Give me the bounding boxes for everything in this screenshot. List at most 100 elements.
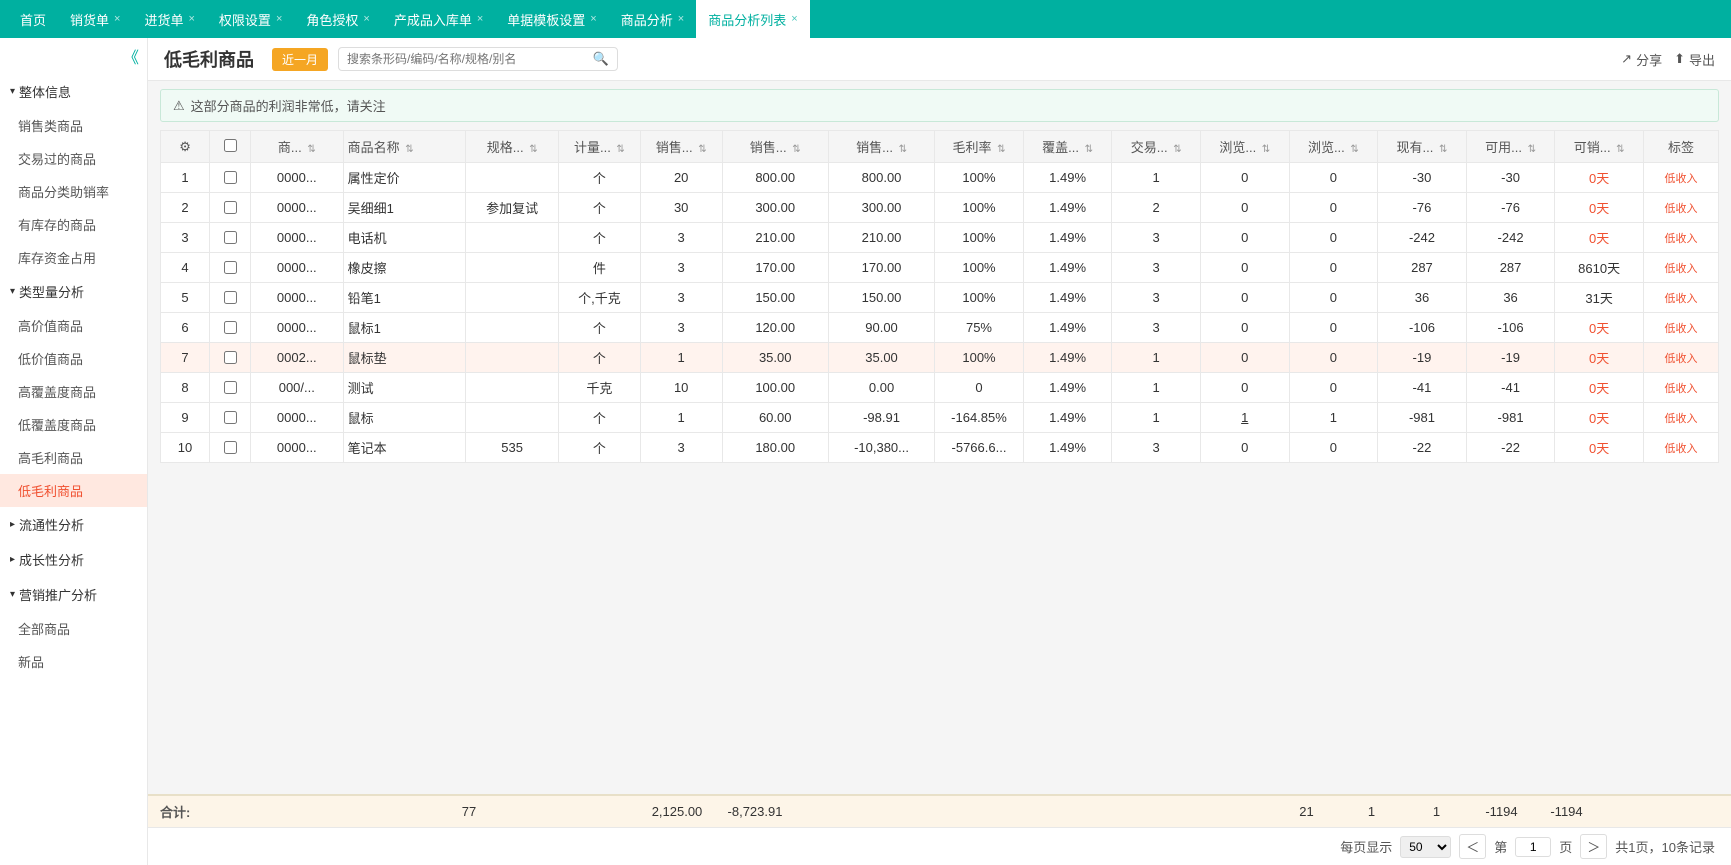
row-tag: 低收入 [1643,313,1718,343]
row-check[interactable] [210,283,251,313]
sidebar-item-高覆盖度商品[interactable]: 高覆盖度商品 [0,375,147,408]
filter-btn[interactable]: 近一月 [272,48,328,71]
nav-item-单据模板设置[interactable]: 单据模板设置× [495,0,608,38]
table-row: 10 0000... 笔记本 535 个 3 180.00 -10,380...… [161,433,1719,463]
row-check[interactable] [210,193,251,223]
per-page-select[interactable]: 50 20 100 [1400,836,1451,858]
row-checkbox[interactable] [224,411,237,424]
row-saleprofit: -98.91 [828,403,934,433]
row-browse1[interactable]: 1 [1200,403,1289,433]
row-browse1[interactable]: 0 [1200,163,1289,193]
row-name: 吴细细1 [343,193,466,223]
col-cover-header: 覆盖... ⇅ [1023,131,1112,163]
next-page-btn[interactable]: ＞ [1580,834,1607,859]
nav-close-icon[interactable]: × [188,13,194,25]
row-browse1[interactable]: 0 [1200,253,1289,283]
row-browse1[interactable]: 0 [1200,193,1289,223]
nav-item-角色授权[interactable]: 角色授权× [294,0,381,38]
row-browse1[interactable]: 0 [1200,283,1289,313]
sidebar-item-低毛利商品[interactable]: 低毛利商品 [0,474,147,507]
sidebar-item-高毛利商品[interactable]: 高毛利商品 [0,441,147,474]
row-checkbox[interactable] [224,381,237,394]
row-browse2: 0 [1289,313,1378,343]
row-checkbox[interactable] [224,321,237,334]
row-check[interactable] [210,163,251,193]
sidebar-item-库存资金占用[interactable]: 库存资金占用 [0,241,147,274]
share-btn[interactable]: ↗ 分享 [1621,50,1662,69]
row-spec [466,163,559,193]
row-browse1[interactable]: 0 [1200,313,1289,343]
sidebar-item-交易过的商品[interactable]: 交易过的商品 [0,142,147,175]
nav-item-商品分析列表[interactable]: 商品分析列表× [696,0,809,38]
current-page-input[interactable] [1515,837,1551,857]
row-checkbox[interactable] [224,291,237,304]
sidebar-item-销售类商品[interactable]: 销售类商品 [0,109,147,142]
row-check[interactable] [210,403,251,433]
sidebar-item-高价值商品[interactable]: 高价值商品 [0,309,147,342]
sidebar-collapse-btn[interactable]: 《 [0,38,147,74]
sidebar-item-有库存的商品[interactable]: 有库存的商品 [0,208,147,241]
prev-page-btn[interactable]: ＜ [1459,834,1486,859]
row-browse1[interactable]: 0 [1200,373,1289,403]
check-all-checkbox[interactable] [224,139,237,152]
nav-close-icon[interactable]: × [590,13,596,25]
sidebar-item-低覆盖度商品[interactable]: 低覆盖度商品 [0,408,147,441]
export-btn[interactable]: ⬆ 导出 [1674,50,1715,69]
sidebar-item-商品分类助销率[interactable]: 商品分类助销率 [0,175,147,208]
nav-item-产成品入库单[interactable]: 产成品入库单× [382,0,495,38]
row-checkbox[interactable] [224,351,237,364]
col-settings[interactable]: ⚙ [161,131,210,163]
nav-close-icon[interactable]: × [363,13,369,25]
row-cover: 1.49% [1023,163,1112,193]
row-check[interactable] [210,373,251,403]
row-browse2: 0 [1289,433,1378,463]
sidebar-group-4[interactable]: ▾营销推广分析 [0,577,147,612]
top-nav: 首页销货单×进货单×权限设置×角色授权×产成品入库单×单据模板设置×商品分析×商… [0,0,1731,38]
row-browse1[interactable]: 0 [1200,223,1289,253]
sidebar-group-0[interactable]: ▾整体信息 [0,74,147,109]
row-checkbox[interactable] [224,261,237,274]
row-check[interactable] [210,223,251,253]
row-spec [466,283,559,313]
nav-close-icon[interactable]: × [678,13,684,25]
row-check[interactable] [210,433,251,463]
sidebar-group-2[interactable]: ▸流通性分析 [0,507,147,542]
nav-item-权限设置[interactable]: 权限设置× [207,0,294,38]
row-check[interactable] [210,253,251,283]
row-checkbox[interactable] [224,441,237,454]
sidebar-item-低价值商品[interactable]: 低价值商品 [0,342,147,375]
nav-item-商品分析[interactable]: 商品分析× [609,0,696,38]
search-input[interactable] [347,52,593,66]
row-avail: 287 [1466,253,1555,283]
row-checkbox[interactable] [224,231,237,244]
row-check[interactable] [210,313,251,343]
nav-item-进货单[interactable]: 进货单× [132,0,206,38]
row-browse1[interactable]: 0 [1200,343,1289,373]
sidebar-group-3[interactable]: ▸成长性分析 [0,542,147,577]
row-avail: -76 [1466,193,1555,223]
col-check-all[interactable] [210,131,251,163]
nav-item-销货单[interactable]: 销货单× [58,0,132,38]
row-browse1[interactable]: 0 [1200,433,1289,463]
nav-close-icon[interactable]: × [114,13,120,25]
nav-item-首页[interactable]: 首页 [8,0,58,38]
row-stock: -106 [1378,313,1467,343]
row-checkbox[interactable] [224,201,237,214]
row-saleprice: 35.00 [722,343,828,373]
row-checkbox[interactable] [224,171,237,184]
row-check[interactable] [210,343,251,373]
sidebar-group-1[interactable]: ▾类型量分析 [0,274,147,309]
nav-close-icon[interactable]: × [791,13,797,25]
row-avail: -981 [1466,403,1555,433]
sidebar-item-全部商品[interactable]: 全部商品 [0,612,147,645]
nav-close-icon[interactable]: × [276,13,282,25]
row-sellable: 0天 [1555,163,1644,193]
export-icon: ⬆ [1674,51,1685,67]
row-seq: 4 [161,253,210,283]
sidebar-item-新品[interactable]: 新品 [0,645,147,678]
row-saleprofit: 800.00 [828,163,934,193]
row-seq: 2 [161,193,210,223]
col-saleqty-header: 销售... ⇅ [640,131,722,163]
row-saleqty: 3 [640,283,722,313]
nav-close-icon[interactable]: × [477,13,483,25]
